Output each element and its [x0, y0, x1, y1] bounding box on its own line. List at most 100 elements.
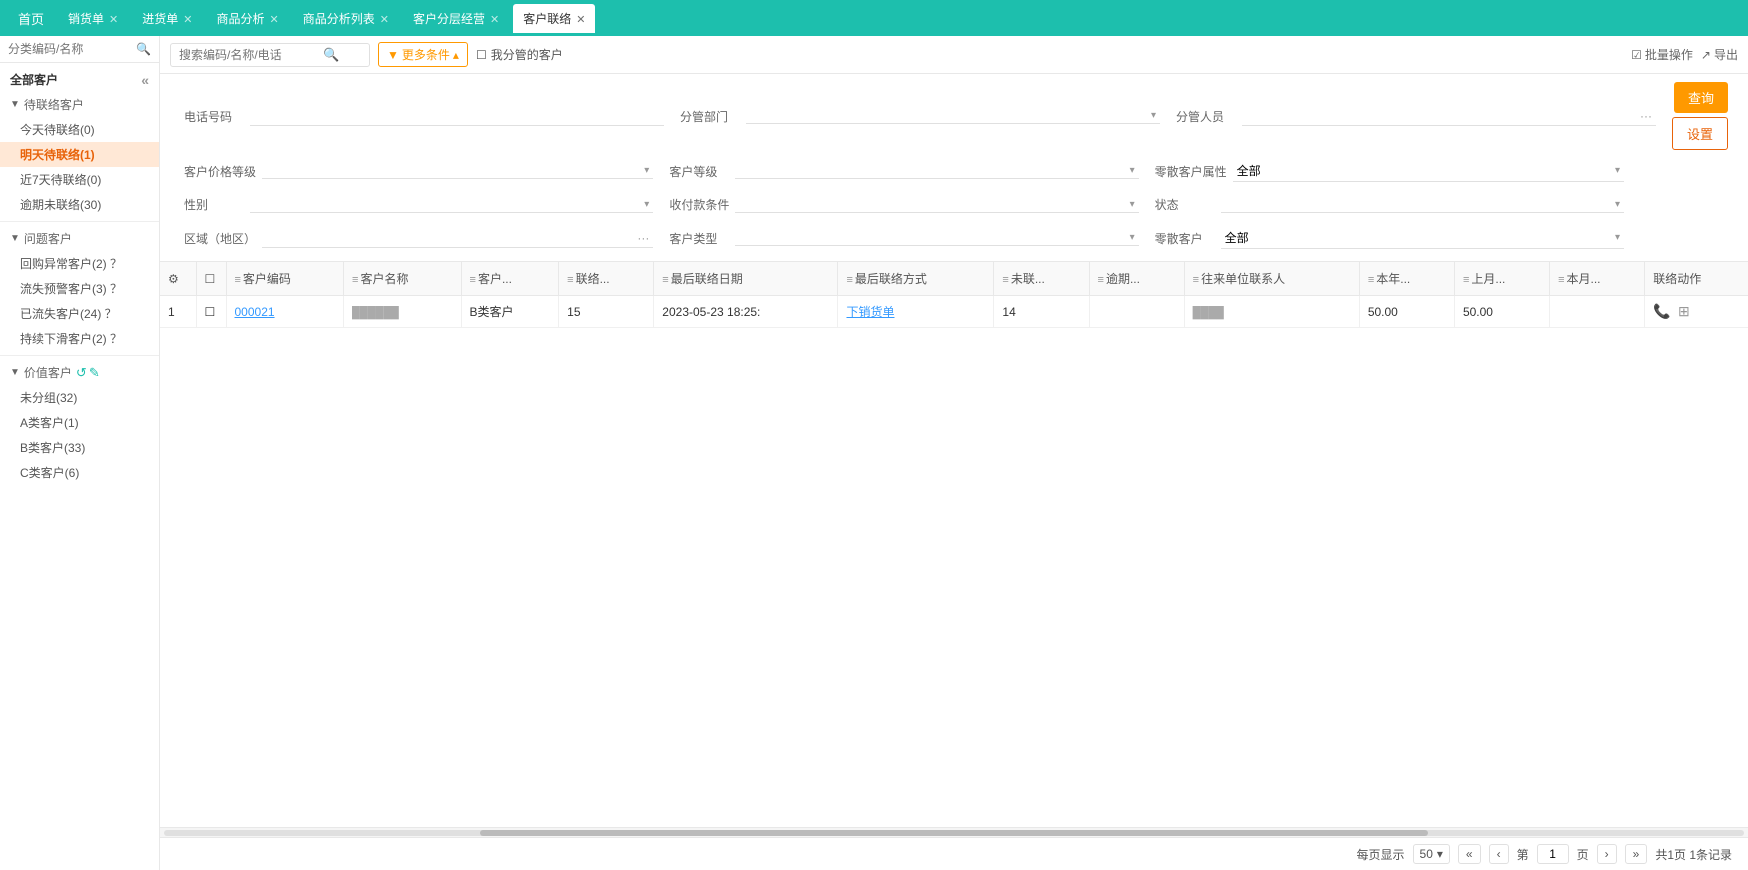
close-purchase-icon[interactable]: ✕ [183, 14, 192, 26]
sidebar-item-7days[interactable]: 近7天待联络(0) [0, 167, 159, 192]
close-tier-icon[interactable]: ✕ [490, 14, 499, 26]
sidebar-item-b-class[interactable]: B类客户(33) [0, 435, 159, 460]
nav-product-analysis[interactable]: 商品分析✕ [206, 4, 288, 33]
group-value-customers[interactable]: ▼ 价值客户 ↺ ✎ [0, 360, 159, 385]
filter-payment-select[interactable]: ▾ [735, 197, 1138, 213]
more-filter-button[interactable]: ▼ 更多条件 ▴ [378, 42, 468, 67]
filter-level-select[interactable]: ▾ [735, 163, 1138, 179]
group-pending-contact[interactable]: ▼ 待联络客户 [0, 92, 159, 117]
group-problem-customers[interactable]: ▼ 问题客户 [0, 226, 159, 251]
nav-product-analysis-list[interactable]: 商品分析列表✕ [293, 4, 399, 33]
price-caret-icon: ▾ [644, 165, 649, 176]
sidebar-item-tomorrow[interactable]: 明天待联络(1) [0, 142, 159, 167]
close-product-list-icon[interactable]: ✕ [380, 14, 389, 26]
filter-dept-label: 分管部门 [680, 108, 740, 125]
filter-level: 客户等级 ▾ [661, 159, 1146, 184]
nav-purchase[interactable]: 进货单✕ [132, 4, 202, 33]
sidebar-item-declining[interactable]: 持续下滑客户(2) ？ [0, 326, 159, 351]
group-value-triangle: ▼ [10, 367, 20, 378]
customer-table: ⚙ ☐ ≡客户编码 ≡客户名称 ≡客户... ≡联络... ≡最后联络日期 ≡最… [160, 262, 1748, 328]
retail-caret-icon: ▾ [1615, 232, 1620, 243]
my-customer-checkbox[interactable]: ☐ 我分管的客户 [476, 46, 563, 63]
td-name: ██████ [344, 296, 462, 328]
sidebar-item-churn-warning[interactable]: 流失预警客户(3) ？ [0, 276, 159, 301]
th-checkbox[interactable]: ☐ [196, 262, 226, 296]
sidebar-collapse-icon[interactable]: « [141, 72, 149, 88]
th-code: ≡客户编码 [226, 262, 344, 296]
filter-phone-input[interactable] [250, 107, 664, 126]
batch-op-button[interactable]: ☑ 批量操作 [1631, 46, 1693, 63]
filter-dept: 分管部门 ▾ [672, 104, 1168, 129]
edit-icon[interactable]: ✎ [89, 365, 100, 381]
td-last-way[interactable]: 下销货单 [838, 296, 994, 328]
nav-home[interactable]: 首页 [8, 3, 54, 34]
filter-type-select[interactable]: ▾ [735, 230, 1138, 246]
nav-sales[interactable]: 销货单✕ [58, 4, 128, 33]
td-overdue [1089, 296, 1184, 328]
row-phone-icon[interactable]: 📞 [1653, 303, 1670, 319]
filter-status-label: 状态 [1155, 196, 1215, 213]
main-search-input[interactable] [179, 48, 319, 62]
sidebar-item-overdue[interactable]: 逾期未联络(30) [0, 192, 159, 217]
filter-icon: ▼ [387, 48, 399, 62]
row-grid-icon[interactable]: ⊞ [1678, 303, 1690, 319]
per-page-select[interactable]: 50 ▾ [1413, 844, 1450, 864]
sidebar-item-ungrouped[interactable]: 未分组(32) [0, 385, 159, 410]
th-unit-contact: ≡往来单位联系人 [1184, 262, 1359, 296]
sidebar-item-churned[interactable]: 已流失客户(24) ？ [0, 301, 159, 326]
content-area: 🔍 ▼ 更多条件 ▴ ☐ 我分管的客户 ☑ 批量操作 ↗ 导出 [160, 36, 1748, 870]
prev-page-button[interactable]: ‹ [1489, 844, 1509, 864]
sidebar-search-icon[interactable]: 🔍 [136, 42, 151, 56]
per-page-caret: ▾ [1437, 847, 1443, 861]
nav-customer-contact[interactable]: 客户联络✕ [513, 4, 595, 33]
export-button[interactable]: ↗ 导出 [1701, 46, 1738, 63]
td-checkbox[interactable]: ☐ [196, 296, 226, 328]
gender-caret-icon: ▾ [644, 199, 649, 210]
td-not-contacted: 14 [994, 296, 1089, 328]
first-page-button[interactable]: « [1458, 844, 1481, 864]
close-sales-icon[interactable]: ✕ [109, 14, 118, 26]
sidebar-item-a-class[interactable]: A类客户(1) [0, 410, 159, 435]
td-index: 1 [160, 296, 196, 328]
filter-price-select[interactable]: ▾ [262, 163, 653, 179]
filter-dept-select[interactable]: ▾ [746, 108, 1160, 124]
search-icon[interactable]: 🔍 [323, 47, 339, 63]
sidebar-item-abnormal[interactable]: 回购异常客户(2) ？ [0, 251, 159, 276]
caret-icon: ▴ [453, 48, 459, 62]
filter-manager-input-area[interactable]: ··· [1242, 107, 1656, 126]
scrollbar-thumb[interactable] [480, 830, 1428, 836]
sidebar-item-today[interactable]: 今天待联络(0) [0, 117, 159, 142]
th-this-year: ≡本年... [1359, 262, 1454, 296]
close-contact-icon[interactable]: ✕ [576, 14, 585, 26]
th-last-month: ≡上月... [1454, 262, 1549, 296]
close-product-icon[interactable]: ✕ [270, 14, 279, 26]
search-box[interactable]: 🔍 [170, 43, 370, 67]
filter-region-input-area[interactable]: ··· [262, 229, 653, 248]
filter-retail-attr: 零散客户属性 全部 ▾ [1147, 156, 1632, 186]
td-this-month [1550, 296, 1645, 328]
sidebar-search-input[interactable] [8, 42, 132, 56]
next-page-button[interactable]: › [1597, 844, 1617, 864]
filter-manager-label: 分管人员 [1176, 108, 1236, 125]
filter-region: 区域（地区） ··· [176, 225, 661, 252]
filter-status-select[interactable]: ▾ [1221, 197, 1624, 213]
nav-customer-tier[interactable]: 客户分层经营✕ [403, 4, 509, 33]
toolbar-right: ☑ 批量操作 ↗ 导出 [1631, 46, 1738, 63]
all-customers-label: 全部客户 [10, 71, 58, 88]
refresh-icon[interactable]: ↺ [76, 365, 87, 381]
query-button[interactable]: 查询 [1674, 82, 1728, 113]
sidebar-search-box[interactable]: 🔍 [0, 36, 159, 63]
page-label: 第 [1517, 846, 1529, 863]
last-page-button[interactable]: » [1625, 844, 1648, 864]
filter-price-level: 客户价格等级 ▾ [176, 159, 661, 184]
filter-retail-attr-select[interactable]: 全部 ▾ [1233, 160, 1624, 182]
per-page-label: 每页显示 [1357, 846, 1405, 863]
settings-button[interactable]: 设置 [1672, 117, 1728, 150]
filter-status: 状态 ▾ [1147, 192, 1632, 217]
filter-retail-select[interactable]: 全部 ▾ [1221, 227, 1624, 249]
horizontal-scrollbar[interactable] [160, 827, 1748, 837]
th-settings[interactable]: ⚙ [160, 262, 196, 296]
filter-gender-select[interactable]: ▾ [250, 197, 653, 213]
sidebar-item-c-class[interactable]: C类客户(6) [0, 460, 159, 485]
page-number-input[interactable] [1537, 844, 1569, 864]
